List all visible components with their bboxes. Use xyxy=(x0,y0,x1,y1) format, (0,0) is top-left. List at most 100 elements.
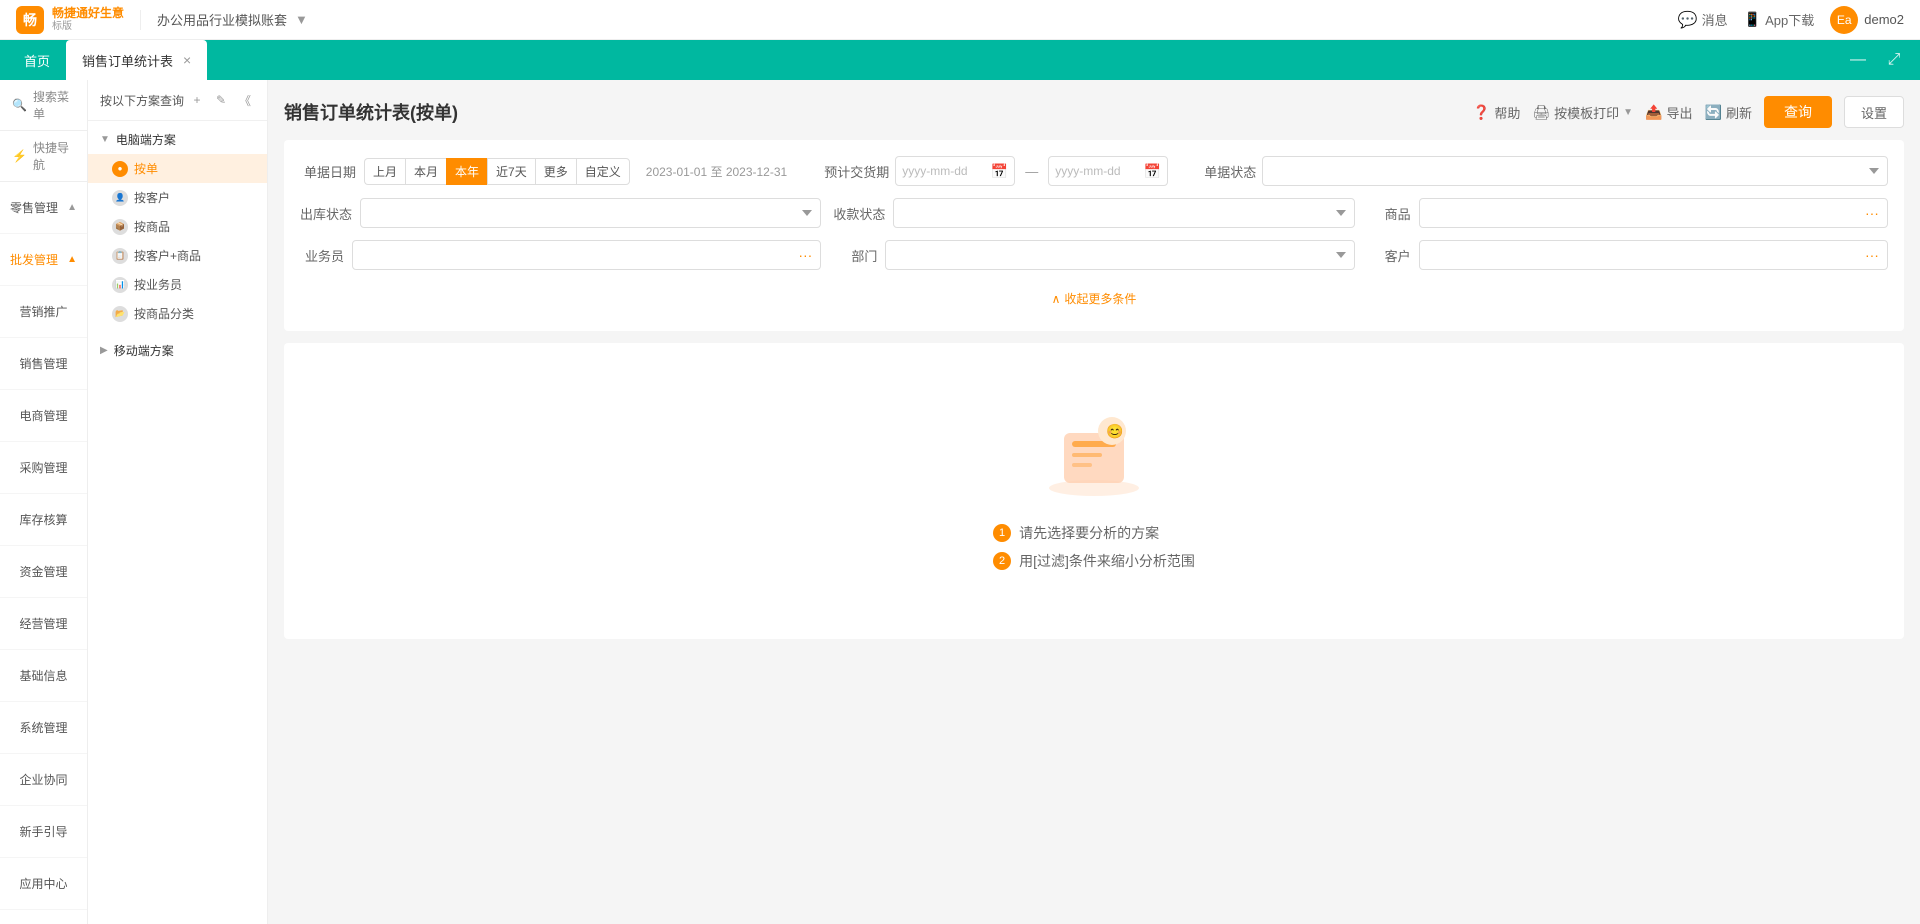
payment-status-select[interactable] xyxy=(893,198,1354,228)
by-product-icon: 📦 xyxy=(112,219,128,235)
collapse-bar[interactable]: ∧ 收起更多条件 xyxy=(300,282,1888,315)
refresh-link[interactable]: 🔄 刷新 xyxy=(1705,103,1752,122)
salesperson-label: 业务员 xyxy=(300,246,344,265)
refresh-icon: 🔄 xyxy=(1705,104,1722,121)
sidebar-item-sales[interactable]: 销售管理 xyxy=(0,338,87,390)
page-title: 销售订单统计表(按单) xyxy=(284,99,458,125)
tip-1: 1 请先选择要分析的方案 xyxy=(993,523,1195,543)
sidebar-item-marketing[interactable]: 营销推广 xyxy=(0,286,87,338)
customer-input[interactable]: ··· xyxy=(1419,240,1888,270)
sidebar-item-operation[interactable]: 经营管理 xyxy=(0,598,87,650)
top-bar-right: 💬 消息 📱 App下载 Ea demo2 xyxy=(1678,6,1904,34)
app-info: 畅捷通好生意 标版 xyxy=(52,6,124,32)
sidebar-item-cooperation[interactable]: 企业协同 xyxy=(0,754,87,806)
delivery-end-date[interactable]: yyyy-mm-dd 📅 xyxy=(1048,156,1168,186)
by-salesperson-icon: 📊 xyxy=(112,277,128,293)
product-more-icon: ··· xyxy=(1865,205,1879,221)
page-actions: ❓ 帮助 🖨 按模板打印 ▼ 📤 导出 🔄 刷新 xyxy=(1473,96,1904,128)
print-dropdown-arrow[interactable]: ▼ xyxy=(1623,107,1633,118)
status-select[interactable] xyxy=(1262,156,1888,186)
filter-card: 单据日期 上月 本月 本年 近7天 xyxy=(284,140,1904,331)
shipment-status-cell: 出库状态 xyxy=(300,198,821,228)
sidebar-quick-nav[interactable]: ⚡ 快捷导航 xyxy=(0,131,87,182)
sidebar: 🔍 搜索菜单 ⚡ 快捷导航 零售管理 ▲ 批发管理 ▲ 营销推广 销售管理 电商… xyxy=(0,80,88,924)
avatar: Ea xyxy=(1830,6,1858,34)
date-btn-last-month[interactable]: 上月 xyxy=(364,158,405,185)
date-filter-group: 单据日期 上月 本月 本年 近7天 xyxy=(300,158,787,185)
sidebar-item-guide[interactable]: 新手引导 xyxy=(0,806,87,858)
date-buttons: 上月 本月 本年 近7天 更多 xyxy=(364,158,630,185)
maximize-icon: ⤢ xyxy=(1888,51,1901,69)
sidebar-item-basic[interactable]: 基础信息 xyxy=(0,650,87,702)
scheme-item-by-customer-product[interactable]: 📋 按客户+商品 xyxy=(88,241,267,270)
user-profile[interactable]: Ea demo2 xyxy=(1830,6,1904,34)
sidebar-item-wechat[interactable]: 企业微信 xyxy=(0,910,87,924)
scheme-group-desktop-title[interactable]: ▼ 电脑端方案 xyxy=(88,125,267,154)
scheme-item-by-product[interactable]: 📦 按商品 xyxy=(88,212,267,241)
department-select[interactable] xyxy=(885,240,1354,270)
delivery-date-group: 预计交货期 yyyy-mm-dd 📅 — yyyy-mm-dd 📅 xyxy=(819,156,1168,186)
status-label: 单据状态 xyxy=(1200,162,1256,181)
scheme-item-by-customer[interactable]: 👤 按客户 xyxy=(88,183,267,212)
top-bar-left: 畅 畅捷通好生意 标版 办公用品行业模拟账套 ▼ xyxy=(16,6,308,34)
help-link[interactable]: ❓ 帮助 xyxy=(1473,103,1520,122)
tab-minimize-btn[interactable]: — xyxy=(1844,46,1872,74)
product-cell: 商品 ··· xyxy=(1367,198,1888,228)
customer-cell: 客户 ··· xyxy=(1367,240,1888,270)
divider xyxy=(140,10,141,30)
sidebar-item-finance[interactable]: 资金管理 xyxy=(0,546,87,598)
query-button[interactable]: 查询 xyxy=(1764,96,1832,128)
calendar-end-icon: 📅 xyxy=(1144,163,1161,180)
scheme-collapse-btn[interactable]: 《 xyxy=(235,90,255,110)
department-cell: 部门 xyxy=(833,240,1354,270)
delivery-date-label: 预计交货期 xyxy=(819,162,889,181)
scheme-item-by-category[interactable]: 📂 按商品分类 xyxy=(88,299,267,328)
scheme-edit-btn[interactable]: ✎ xyxy=(211,90,231,110)
tab-maximize-btn[interactable]: ⤢ xyxy=(1880,46,1908,74)
app-tagline: 标版 xyxy=(52,21,124,33)
content-area: 按以下方案查询 + ✎ 《 ▼ 电脑端方案 xyxy=(88,80,1920,924)
payment-status-label: 收款状态 xyxy=(833,204,885,223)
tab-bar: 首页 销售订单统计表 × — ⤢ xyxy=(0,40,1920,80)
date-btn-last-7days[interactable]: 近7天 xyxy=(487,158,535,185)
scheme-add-btn[interactable]: + xyxy=(187,90,207,110)
scheme-panel-actions: + ✎ 《 xyxy=(187,90,255,110)
delivery-start-date[interactable]: yyyy-mm-dd 📅 xyxy=(895,156,1015,186)
sidebar-item-retail[interactable]: 零售管理 ▲ xyxy=(0,182,87,234)
sidebar-item-appstore[interactable]: 应用中心 xyxy=(0,858,87,910)
salesperson-input[interactable]: ··· xyxy=(352,240,821,270)
date-btn-this-month[interactable]: 本月 xyxy=(405,158,446,185)
scheme-item-by-salesperson[interactable]: 📊 按业务员 xyxy=(88,270,267,299)
sidebar-item-inventory[interactable]: 库存核算 xyxy=(0,494,87,546)
export-link[interactable]: 📤 导出 xyxy=(1645,103,1692,122)
date-btn-this-year[interactable]: 本年 xyxy=(446,158,487,185)
main-layout: 🔍 搜索菜单 ⚡ 快捷导航 零售管理 ▲ 批发管理 ▲ 营销推广 销售管理 电商… xyxy=(0,80,1920,924)
date-btn-custom[interactable]: 自定义 xyxy=(576,158,630,185)
template-print-link[interactable]: 🖨 按模板打印 ▼ xyxy=(1532,103,1633,122)
app-download-btn[interactable]: 📱 App下载 xyxy=(1744,10,1815,29)
tab-sales-order[interactable]: 销售订单统计表 × xyxy=(66,40,207,80)
message-btn[interactable]: 💬 消息 xyxy=(1678,10,1728,30)
tab-home[interactable]: 首页 xyxy=(8,40,66,80)
sidebar-search-menu[interactable]: 🔍 搜索菜单 xyxy=(0,80,87,131)
help-icon: ❓ xyxy=(1473,104,1490,121)
date-btn-more[interactable]: 更多 xyxy=(535,158,576,185)
shipment-status-select[interactable] xyxy=(360,198,821,228)
scheme-group-mobile-title[interactable]: ▶ 移动端方案 xyxy=(88,336,267,365)
shipment-status-label: 出库状态 xyxy=(300,204,352,223)
product-input[interactable]: ··· xyxy=(1419,198,1888,228)
main-content: 销售订单统计表(按单) ❓ 帮助 🖨 按模板打印 ▼ 📤 导出 xyxy=(268,80,1920,924)
sidebar-item-wholesale[interactable]: 批发管理 ▲ xyxy=(0,234,87,286)
sidebar-item-ecommerce[interactable]: 电商管理 xyxy=(0,390,87,442)
filter-row-1: 单据日期 上月 本月 本年 近7天 xyxy=(300,156,1888,186)
tab-close-btn[interactable]: × xyxy=(183,52,191,68)
message-icon: 💬 xyxy=(1678,10,1698,30)
settings-button[interactable]: 设置 xyxy=(1844,96,1904,128)
page-header: 销售订单统计表(按单) ❓ 帮助 🖨 按模板打印 ▼ 📤 导出 xyxy=(284,96,1904,128)
sidebar-item-system[interactable]: 系统管理 xyxy=(0,702,87,754)
workspace-arrow[interactable]: ▼ xyxy=(295,12,308,27)
by-order-icon: ● xyxy=(112,161,128,177)
sidebar-item-purchase[interactable]: 采购管理 xyxy=(0,442,87,494)
payment-status-cell: 收款状态 xyxy=(833,198,1354,228)
scheme-item-by-order[interactable]: ● 按单 xyxy=(88,154,267,183)
